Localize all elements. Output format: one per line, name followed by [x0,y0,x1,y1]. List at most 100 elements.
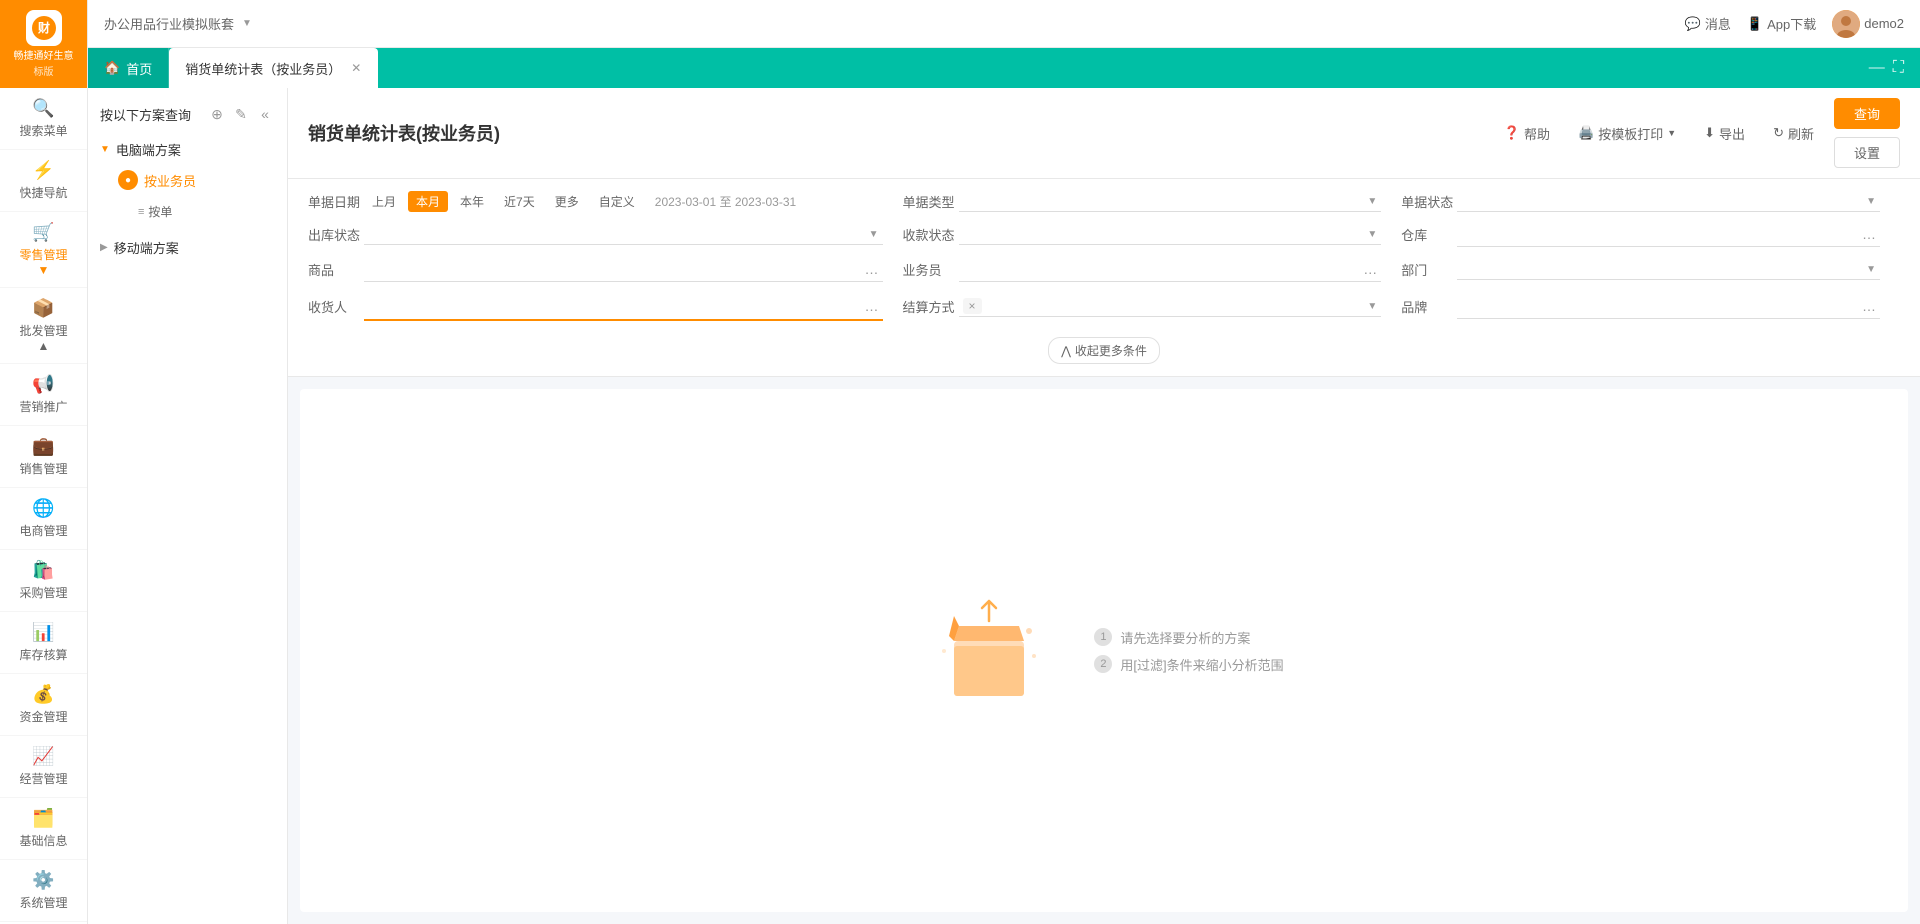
sidebar-item-search-label: 搜索菜单 [19,122,67,139]
user-avatar-btn[interactable]: demo2 [1832,10,1904,38]
doc-status-select[interactable]: ▼ [1457,192,1880,212]
query-btn[interactable]: 查询 [1834,98,1900,129]
tree-parent-desktop[interactable]: ▼ 电脑端方案 [88,134,287,165]
consignee-input[interactable] [368,294,865,317]
quick-nav-icon: ⚡ [32,160,54,181]
add-icon: ⊕ [211,106,223,123]
filter-salesperson: 业务员 … [903,257,1402,282]
date-filter: 上月 本月 本年 近7天 更多 自定义 2023-03-01 至 2023-03… [364,191,883,212]
date-tab-this-year[interactable]: 本年 [452,191,492,212]
sidebar-item-retail-label: 零售管理 [19,246,67,263]
collapse-btn[interactable]: ⋀ 收起更多条件 [1048,337,1160,364]
date-tab-last-month[interactable]: 上月 [364,191,404,212]
sidebar-item-finance-label: 资金管理 [19,708,67,725]
system-icon: ⚙️ [32,870,54,891]
tree-parent-mobile[interactable]: ▶ 移动端方案 [88,232,287,263]
user-name: demo2 [1864,16,1904,31]
tab-home[interactable]: 🏠 首页 [88,48,169,88]
filter-doc-type: 单据类型 ▼ [903,192,1402,212]
messages-btn[interactable]: 💬 消息 [1685,14,1731,33]
finance-icon: 💰 [32,684,54,705]
date-tab-more[interactable]: 更多 [547,191,587,212]
tree-section-desktop: ▼ 电脑端方案 ● 按业务员 ≡ 按单 ▶ 移动端方 [88,130,287,267]
sidebar-logo: 财 畅捷通好生意 标版 [0,0,88,88]
filter-row-3: 商品 … 业务员 … 部门 [308,257,1900,282]
left-panel: 按以下方案查询 ⊕ ✎ « ▼ 电脑端方案 [88,88,288,924]
page-selector[interactable]: 办公用品行业模拟账套 [104,14,234,33]
help-icon: ❓ [1504,125,1520,141]
settings-btn[interactable]: 设置 [1834,137,1900,168]
filter-row-2: 出库状态 ▼ 收款状态 ▼ 仓库 [308,222,1900,247]
add-scheme-btn[interactable]: ⊕ [207,104,227,124]
doc-type-label: 单据类型 [903,192,959,211]
collapse-panel-btn[interactable]: « [255,104,275,124]
tab-minimize-icon[interactable]: — [1869,59,1885,77]
retail-arrow: ▼ [38,263,50,277]
sidebar-item-inventory-label: 库存核算 [19,646,67,663]
date-tab-7days[interactable]: 近7天 [496,191,543,212]
settlement-tag-close[interactable]: × [969,299,976,313]
left-panel-icons: ⊕ ✎ « [207,104,275,124]
sidebar-item-inventory[interactable]: 📊 库存核算 [0,612,87,674]
collect-status-label: 收款状态 [903,225,959,244]
print-btn[interactable]: 🖨️ 按模板打印 ▼ [1570,120,1684,147]
doc-type-select[interactable]: ▼ [959,192,1382,212]
sidebar-item-quick-label: 快捷导航 [19,184,67,201]
tree-sub-item-order[interactable]: ≡ 按单 [130,199,287,224]
doc-type-arrow: ▼ [1367,196,1377,207]
tree-child-salesperson[interactable]: ● 按业务员 [88,165,287,195]
sidebar-item-purchase-label: 采购管理 [19,584,67,601]
tabbar: 🏠 首页 销货单统计表（按业务员） ✕ — ⛶ [88,48,1920,88]
sidebar-item-wholesale[interactable]: 📦 批发管理 ▲ [0,288,87,364]
sidebar: 财 畅捷通好生意 标版 🔍 搜索菜单 ⚡ 快捷导航 🛒 零售管理 ▼ 📦 批发管… [0,0,88,924]
tip-text-2: 用[过滤]条件来缩小分析范围 [1120,655,1283,674]
filter-collect-status: 收款状态 ▼ [903,225,1402,245]
refresh-label: 刷新 [1788,124,1814,143]
filter-out-status: 出库状态 ▼ [308,225,903,245]
department-select[interactable]: ▼ [1457,260,1880,280]
brand-input[interactable]: … [1457,294,1880,319]
tab-close-report[interactable]: ✕ [351,61,361,75]
export-btn[interactable]: ⬇ 导出 [1696,120,1753,147]
sidebar-item-basic-label: 基础信息 [19,832,67,849]
collect-status-select[interactable]: ▼ [959,225,1382,245]
sidebar-item-finance[interactable]: 💰 资金管理 [0,674,87,736]
filter-settlement: 结算方式 × ▼ [903,296,1402,317]
app-download-icon: 📱 [1747,16,1763,32]
sidebar-item-search[interactable]: 🔍 搜索菜单 [0,88,87,150]
sidebar-item-basic[interactable]: 🗂️ 基础信息 [0,798,87,860]
tab-report[interactable]: 销货单统计表（按业务员） ✕ [169,48,378,88]
date-tab-this-month[interactable]: 本月 [408,191,448,212]
edit-scheme-btn[interactable]: ✎ [231,104,251,124]
sidebar-item-quick[interactable]: ⚡ 快捷导航 [0,150,87,212]
goods-input[interactable]: … [364,257,883,282]
sidebar-item-retail[interactable]: 🛒 零售管理 ▼ [0,212,87,288]
sidebar-item-system[interactable]: ⚙️ 系统管理 [0,860,87,922]
help-btn[interactable]: ❓ 帮助 [1496,120,1558,147]
filter-warehouse: 仓库 … [1401,222,1900,247]
logo-text: 畅捷通好生意 [14,50,74,63]
sidebar-item-marketing[interactable]: 📢 营销推广 [0,364,87,426]
tab-expand-icon[interactable]: ⛶ [1893,59,1904,77]
out-status-select[interactable]: ▼ [364,225,883,245]
collapse-label: 收起更多条件 [1075,342,1147,359]
ecommerce-icon: 🌐 [32,498,54,519]
refresh-btn[interactable]: ↻ 刷新 [1765,120,1822,147]
sidebar-item-ecommerce[interactable]: 🌐 电商管理 [0,488,87,550]
sidebar-item-sales[interactable]: 💼 销售管理 [0,426,87,488]
collapse-bar: ⋀ 收起更多条件 [308,331,1900,364]
app-download-btn[interactable]: 📱 App下载 [1747,14,1816,33]
date-range-display: 2023-03-01 至 2023-03-31 [655,193,796,210]
empty-content: 1 请先选择要分析的方案 2 用[过滤]条件来缩小分析范围 [924,586,1283,716]
app-download-label: App下载 [1767,14,1816,33]
collect-status-arrow: ▼ [1367,229,1377,240]
sidebar-item-business[interactable]: 📈 经营管理 [0,736,87,798]
warehouse-input[interactable]: … [1457,222,1880,247]
sidebar-item-purchase[interactable]: 🛍️ 采购管理 [0,550,87,612]
right-panel: 销货单统计表(按业务员) ❓ 帮助 🖨️ 按模板打印 ▼ ⬇ 导出 [288,88,1920,924]
active-scheme-badge-icon: ● [125,175,131,186]
salesperson-input[interactable]: … [959,257,1382,282]
collapse-icon: « [261,106,269,122]
date-tab-custom[interactable]: 自定义 [591,191,643,212]
topbar-right: 💬 消息 📱 App下载 demo2 [1685,10,1904,38]
